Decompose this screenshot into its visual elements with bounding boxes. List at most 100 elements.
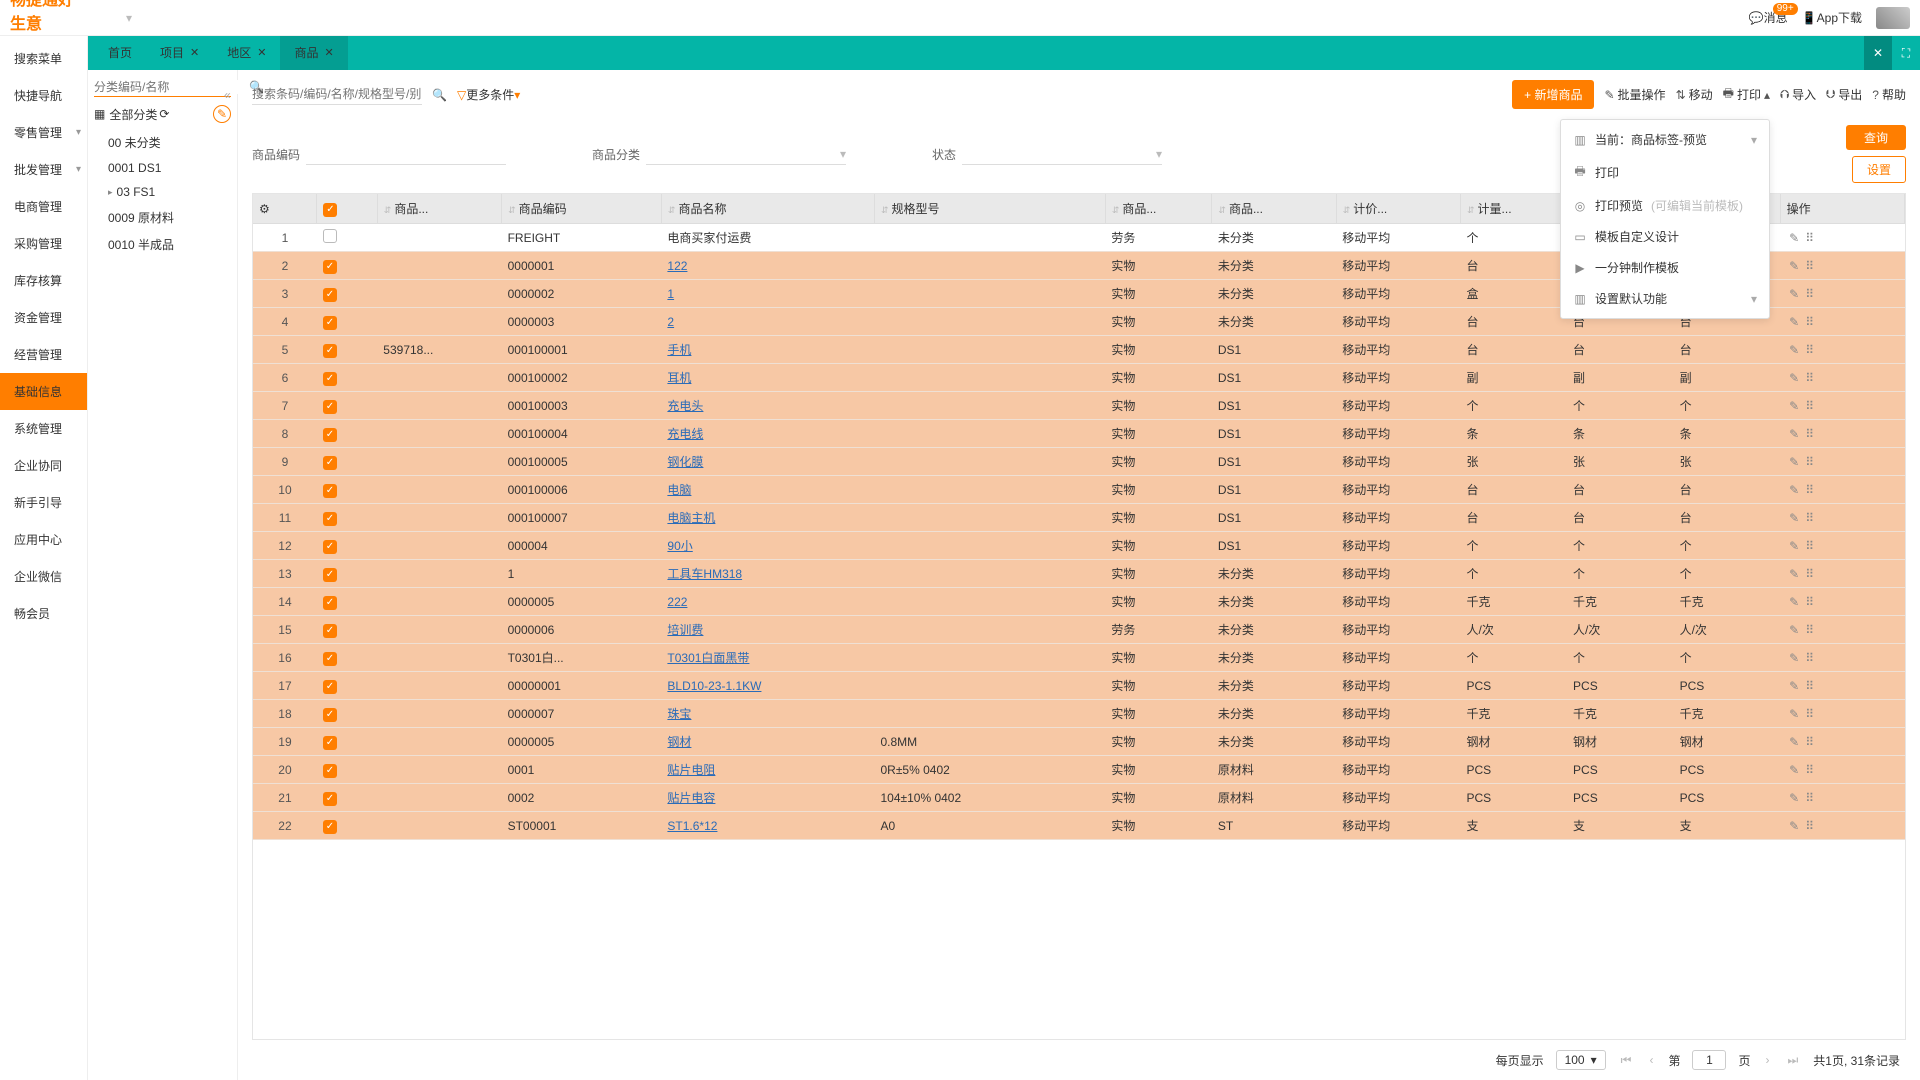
close-icon[interactable]: ✕ <box>190 36 199 70</box>
fullscreen-button[interactable]: ⛶ <box>1892 36 1920 70</box>
move-button[interactable]: ⇅ 移动 <box>1676 86 1713 103</box>
more-icon[interactable]: ⠿ <box>1805 343 1814 357</box>
table-row[interactable]: 8✓000100004充电线实物DS1移动平均条条条✎⠿ <box>253 420 1905 448</box>
product-link[interactable]: 培训费 <box>667 623 703 637</box>
edit-icon[interactable]: ✎ <box>1789 707 1799 721</box>
refresh-icon[interactable]: ⟳ <box>159 107 169 121</box>
pager-first[interactable]: ⏮ <box>1618 1053 1635 1068</box>
row-checkbox[interactable]: ✓ <box>323 568 337 582</box>
row-checkbox[interactable]: ✓ <box>323 372 337 386</box>
more-icon[interactable]: ⠿ <box>1805 679 1814 693</box>
table-row[interactable]: 22✓ST00001ST1.6*12A0实物ST移动平均支支支✎⠿ <box>253 812 1905 840</box>
product-link[interactable]: 工具车HM318 <box>667 567 742 581</box>
table-row[interactable]: 6✓000100002耳机实物DS1移动平均副副副✎⠿ <box>253 364 1905 392</box>
more-filter-button[interactable]: ▽ 更多条件 ▾ <box>457 86 520 103</box>
table-row[interactable]: 9✓000100005钢化膜实物DS1移动平均张张张✎⠿ <box>253 448 1905 476</box>
more-icon[interactable]: ⠿ <box>1805 651 1814 665</box>
table-row[interactable]: 10✓000100006电脑实物DS1移动平均台台台✎⠿ <box>253 476 1905 504</box>
nav-item[interactable]: 搜索菜单 <box>0 40 87 77</box>
col-price-method[interactable]: ⇵计价... <box>1336 194 1460 224</box>
pager-last[interactable]: ⏭ <box>1784 1053 1801 1068</box>
nav-item[interactable]: 电商管理 <box>0 188 87 225</box>
tree-edit-button[interactable]: ✎ <box>213 105 231 123</box>
edit-icon[interactable]: ✎ <box>1789 539 1799 553</box>
nav-item[interactable]: 系统管理 <box>0 410 87 447</box>
edit-icon[interactable]: ✎ <box>1789 343 1799 357</box>
row-checkbox[interactable]: ✓ <box>323 736 337 750</box>
row-checkbox[interactable]: ✓ <box>323 344 337 358</box>
table-row[interactable]: 19✓0000005钢材0.8MM实物未分类移动平均钢材钢材钢材✎⠿ <box>253 728 1905 756</box>
product-link[interactable]: 充电线 <box>667 427 703 441</box>
filter-status-select[interactable]: ▾ <box>962 144 1162 165</box>
search-icon[interactable]: 🔍 <box>249 80 264 94</box>
import-button[interactable]: ⮉ 导入 <box>1780 86 1816 103</box>
edit-icon[interactable]: ✎ <box>1789 567 1799 581</box>
product-link[interactable]: 贴片电阻 <box>667 763 715 777</box>
nav-item[interactable]: 采购管理 <box>0 225 87 262</box>
row-checkbox[interactable]: ✓ <box>323 540 337 554</box>
org-dropdown[interactable]: ▾ <box>126 11 132 25</box>
col-code[interactable]: ⇵商品编码 <box>502 194 662 224</box>
pager-next[interactable]: › <box>1762 1053 1772 1067</box>
row-checkbox[interactable]: ✓ <box>323 400 337 414</box>
nav-item[interactable]: 经营管理 <box>0 336 87 373</box>
edit-icon[interactable]: ✎ <box>1789 651 1799 665</box>
edit-icon[interactable]: ✎ <box>1789 427 1799 441</box>
more-icon[interactable]: ⠿ <box>1805 483 1814 497</box>
row-checkbox[interactable]: ✓ <box>323 708 337 722</box>
product-link[interactable]: 钢化膜 <box>667 455 703 469</box>
product-link[interactable]: 耳机 <box>667 371 691 385</box>
row-checkbox[interactable]: ✓ <box>323 512 337 526</box>
nav-item[interactable]: 企业协同 <box>0 447 87 484</box>
product-link[interactable]: 90小 <box>667 539 692 553</box>
more-icon[interactable]: ⠿ <box>1805 539 1814 553</box>
row-checkbox[interactable]: ✓ <box>323 820 337 834</box>
tab-close-button[interactable]: ✕ <box>1864 36 1892 70</box>
more-icon[interactable]: ⠿ <box>1805 259 1814 273</box>
nav-item[interactable]: 库存核算 <box>0 262 87 299</box>
per-page-select[interactable]: 100▾ <box>1556 1050 1606 1070</box>
row-checkbox[interactable]: ✓ <box>323 456 337 470</box>
col-category[interactable]: ⇵商品... <box>1212 194 1336 224</box>
close-icon[interactable]: ✕ <box>325 36 334 70</box>
more-icon[interactable]: ⠿ <box>1805 371 1814 385</box>
row-checkbox[interactable]: ✓ <box>323 792 337 806</box>
table-row[interactable]: 20✓0001贴片电阻0R±5% 0402实物原材料移动平均PCSPCSPCS✎… <box>253 756 1905 784</box>
more-icon[interactable]: ⠿ <box>1805 735 1814 749</box>
col-spec[interactable]: ⇵规格型号 <box>875 194 1106 224</box>
pager-prev[interactable]: ‹ <box>1646 1053 1656 1067</box>
tree-item[interactable]: 0001 DS1 <box>94 156 231 180</box>
nav-item[interactable]: 资金管理 <box>0 299 87 336</box>
popup-quick-template[interactable]: ▶ 一分钟制作模板 <box>1561 252 1769 283</box>
popup-print[interactable]: 🖶 打印 <box>1561 155 1769 190</box>
product-link[interactable]: 1 <box>667 287 674 301</box>
tab[interactable]: 商品✕ <box>280 36 347 70</box>
row-checkbox[interactable]: ✓ <box>323 484 337 498</box>
expand-icon[interactable]: ▸ <box>108 187 113 198</box>
batch-action-button[interactable]: ✎ 批量操作 <box>1604 86 1665 103</box>
tab[interactable]: 项目✕ <box>146 36 213 70</box>
col-unit-method[interactable]: ⇵计量... <box>1460 194 1567 224</box>
more-icon[interactable]: ⠿ <box>1805 819 1814 833</box>
popup-custom-template[interactable]: ▭ 模板自定义设计 <box>1561 221 1769 252</box>
product-link[interactable]: BLD10-23-1.1KW <box>667 679 761 693</box>
row-checkbox[interactable] <box>323 229 337 243</box>
col-type[interactable]: ⇵商品... <box>1105 194 1212 224</box>
more-icon[interactable]: ⠿ <box>1805 791 1814 805</box>
collapse-tree-button[interactable]: « <box>224 88 238 102</box>
export-button[interactable]: ⮋ 导出 <box>1826 86 1862 103</box>
nav-item[interactable]: 企业微信 <box>0 558 87 595</box>
row-checkbox[interactable]: ✓ <box>323 316 337 330</box>
more-icon[interactable]: ⠿ <box>1805 763 1814 777</box>
more-icon[interactable]: ⠿ <box>1805 707 1814 721</box>
tree-item[interactable]: ▸03 FS1 <box>94 180 231 204</box>
tree-item[interactable]: 0010 半成品 <box>94 231 231 258</box>
tree-item[interactable]: 0009 原材料 <box>94 204 231 231</box>
col-gear[interactable]: ⚙ <box>253 194 317 224</box>
product-link[interactable]: 贴片电容 <box>667 791 715 805</box>
print-button[interactable]: 🖶 打印 ▴ <box>1723 84 1770 105</box>
tree-root[interactable]: ▦ 全部分类 ⟳ ✎ <box>94 105 231 123</box>
filter-category-select[interactable]: ▾ <box>646 144 846 165</box>
more-icon[interactable]: ⠿ <box>1805 455 1814 469</box>
more-icon[interactable]: ⠿ <box>1805 623 1814 637</box>
